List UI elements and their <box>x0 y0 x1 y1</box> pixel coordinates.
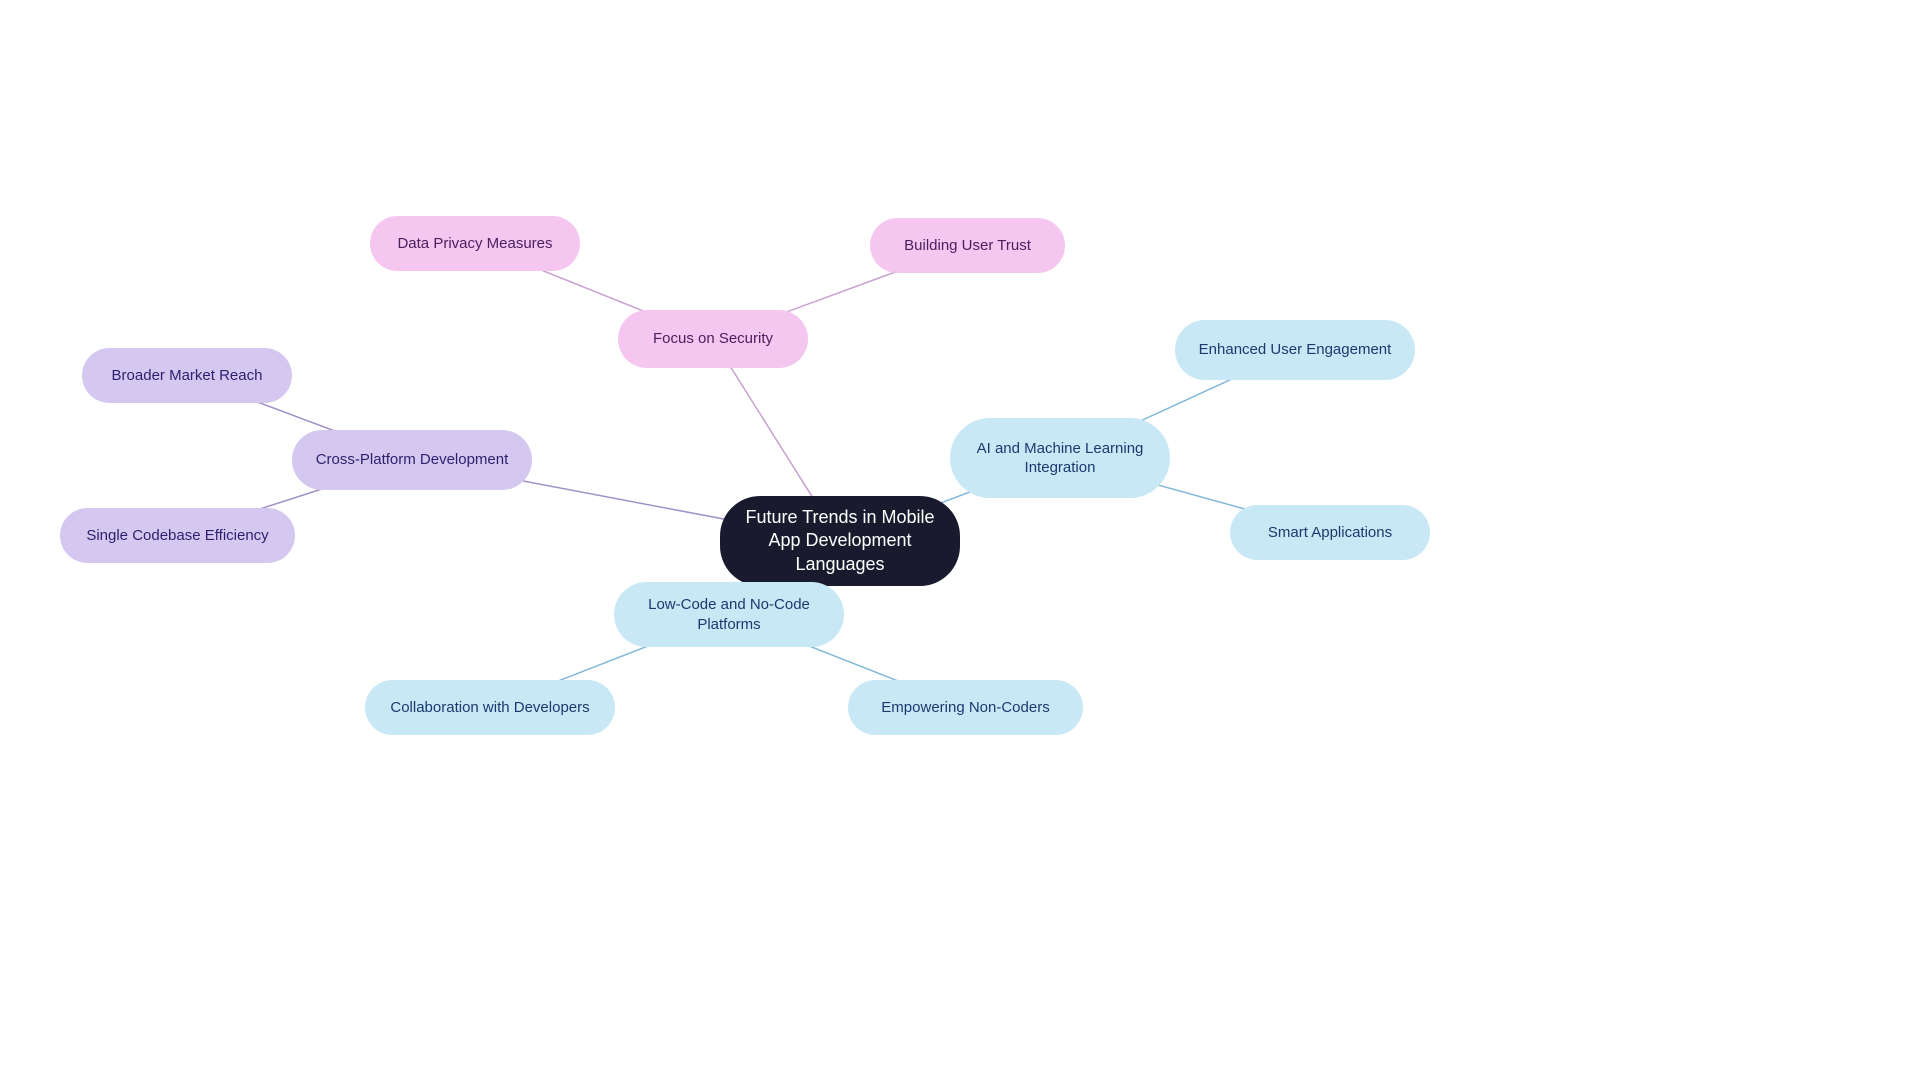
center-label: Future Trends in Mobile App Development … <box>740 506 940 576</box>
focus-security-label: Focus on Security <box>653 329 773 349</box>
enhanced-engagement-label: Enhanced User Engagement <box>1199 340 1392 360</box>
cross-platform-node[interactable]: Cross-Platform Development <box>292 430 532 490</box>
smart-apps-label: Smart Applications <box>1268 523 1392 543</box>
building-trust-node[interactable]: Building User Trust <box>870 218 1065 273</box>
data-privacy-label: Data Privacy Measures <box>397 234 552 254</box>
low-code-label: Low-Code and No-Code Platforms <box>636 595 822 634</box>
smart-apps-node[interactable]: Smart Applications <box>1230 505 1430 560</box>
empowering-label: Empowering Non-Coders <box>881 698 1049 718</box>
ai-ml-label: AI and Machine Learning Integration <box>972 439 1148 478</box>
broader-market-node[interactable]: Broader Market Reach <box>82 348 292 403</box>
cross-platform-label: Cross-Platform Development <box>316 450 509 470</box>
single-codebase-node[interactable]: Single Codebase Efficiency <box>60 508 295 563</box>
collaboration-label: Collaboration with Developers <box>390 698 589 718</box>
center-node[interactable]: Future Trends in Mobile App Development … <box>720 496 960 586</box>
building-trust-label: Building User Trust <box>904 236 1031 256</box>
focus-security-node[interactable]: Focus on Security <box>618 310 808 368</box>
enhanced-engagement-node[interactable]: Enhanced User Engagement <box>1175 320 1415 380</box>
single-codebase-label: Single Codebase Efficiency <box>86 526 268 546</box>
low-code-node[interactable]: Low-Code and No-Code Platforms <box>614 582 844 647</box>
collaboration-node[interactable]: Collaboration with Developers <box>365 680 615 735</box>
empowering-node[interactable]: Empowering Non-Coders <box>848 680 1083 735</box>
broader-market-label: Broader Market Reach <box>112 366 263 386</box>
ai-ml-node[interactable]: AI and Machine Learning Integration <box>950 418 1170 498</box>
data-privacy-node[interactable]: Data Privacy Measures <box>370 216 580 271</box>
